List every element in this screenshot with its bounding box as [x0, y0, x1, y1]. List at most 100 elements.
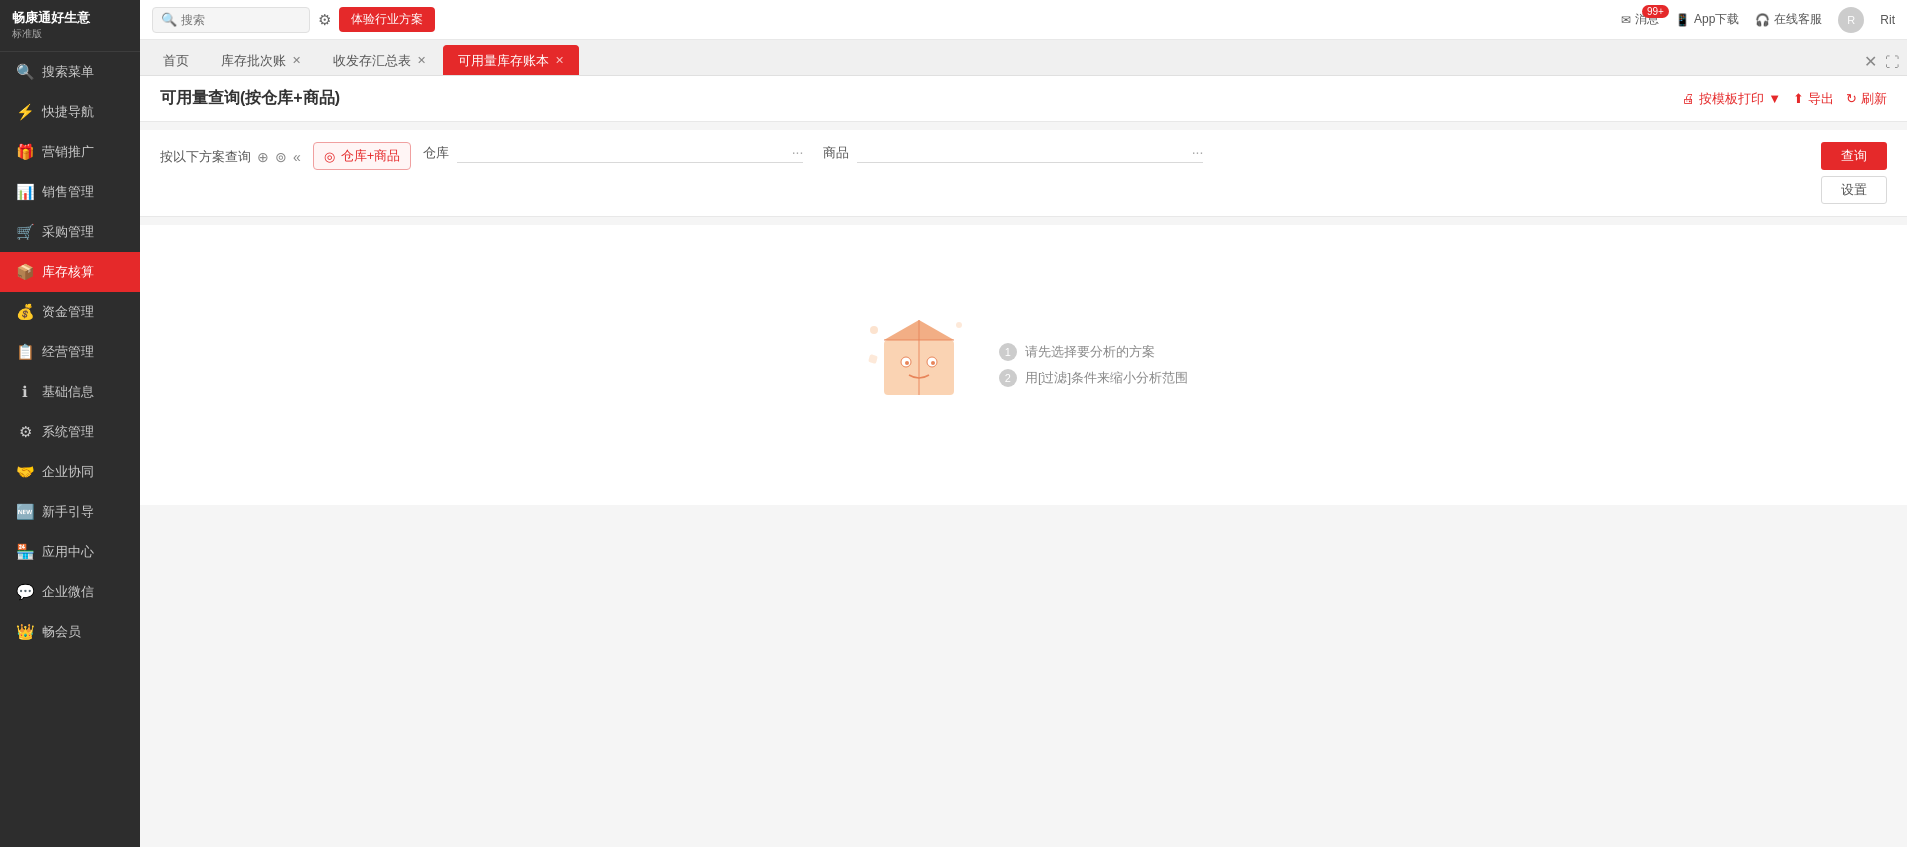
sidebar-item-shortcut[interactable]: ⚡ 快捷导航: [0, 92, 140, 132]
export-button[interactable]: ⬆ 导出: [1793, 90, 1834, 108]
message-badge: 99+: [1642, 5, 1669, 18]
sidebar-item-finance[interactable]: 💰 资金管理: [0, 292, 140, 332]
sidebar-item-system[interactable]: ⚙ 系统管理: [0, 412, 140, 452]
sales-icon: 📊: [16, 183, 34, 201]
sidebar-item-label: 经营管理: [42, 343, 94, 361]
sidebar-item-label: 快捷导航: [42, 103, 94, 121]
svg-point-7: [931, 361, 935, 365]
sidebar-item-enterprise[interactable]: 🤝 企业协同: [0, 452, 140, 492]
sidebar-item-label: 搜索菜单: [42, 63, 94, 81]
tab-batch-account[interactable]: 库存批次账 ✕: [206, 45, 316, 75]
filter-scheme-item[interactable]: ◎ 仓库+商品: [313, 142, 412, 170]
tab-available-stock[interactable]: 可用量库存账本 ✕: [443, 45, 579, 75]
search-input[interactable]: [181, 13, 301, 27]
sidebar-item-guide[interactable]: 🆕 新手引导: [0, 492, 140, 532]
sidebar-menu: 🔍 搜索菜单 ⚡ 快捷导航 🎁 营销推广 📊 销售管理 🛒 采购管理 📦 库存核…: [0, 52, 140, 847]
operation-icon: 📋: [16, 343, 34, 361]
print-label: 按模板打印: [1699, 90, 1764, 108]
guide-icon: 🆕: [16, 503, 34, 521]
mobile-icon: 📱: [1675, 13, 1690, 27]
sidebar-item-operation[interactable]: 📋 经营管理: [0, 332, 140, 372]
sidebar-logo: 畅康通好生意 标准版: [0, 0, 140, 52]
sidebar-item-label: 库存核算: [42, 263, 94, 281]
svg-point-6: [905, 361, 909, 365]
goods-input-wrap: ···: [857, 142, 1203, 163]
trial-button[interactable]: 体验行业方案: [339, 7, 435, 32]
goods-label: 商品: [823, 144, 849, 162]
topbar-right: ✉ 消息 99+ 📱 App下载 🎧 在线客服 R Rit: [1621, 7, 1895, 33]
sidebar-item-stock[interactable]: 📦 库存核算: [0, 252, 140, 292]
close-icon[interactable]: ✕: [292, 55, 301, 66]
tabbar-close-button[interactable]: ✕: [1864, 52, 1877, 71]
app-download-button[interactable]: 📱 App下载: [1675, 11, 1739, 28]
appstore-icon: 🏪: [16, 543, 34, 561]
warehouse-input[interactable]: [457, 145, 791, 160]
filter-buttons: 查询 设置: [1821, 142, 1887, 204]
sidebar-item-appstore[interactable]: 🏪 应用中心: [0, 532, 140, 572]
page-content: 可用量查询(按仓库+商品) 🖨 按模板打印 ▼ ⬆ 导出 ↻ 刷新: [140, 76, 1907, 847]
collapse-icon[interactable]: «: [293, 149, 301, 165]
filter-section-label: 按以下方案查询: [160, 148, 251, 166]
sidebar-item-label: 畅会员: [42, 623, 81, 641]
username-label[interactable]: Rit: [1880, 13, 1895, 27]
sidebar-item-member[interactable]: 👑 畅会员: [0, 612, 140, 652]
service-label: 在线客服: [1774, 11, 1822, 28]
main-area: 🔍 ⚙ 体验行业方案 ✉ 消息 99+ 📱 App下载 🎧 在线客服 R Rit: [140, 0, 1907, 847]
message-button[interactable]: ✉ 消息 99+: [1621, 11, 1659, 28]
empty-tip-2: 2 用[过滤]条件来缩小分析范围: [999, 369, 1188, 387]
topbar-search-box[interactable]: 🔍: [152, 7, 310, 33]
close-icon[interactable]: ✕: [555, 55, 564, 66]
add-scheme-icon[interactable]: ⊕: [257, 149, 269, 165]
svg-point-9: [956, 322, 962, 328]
topbar: 🔍 ⚙ 体验行业方案 ✉ 消息 99+ 📱 App下载 🎧 在线客服 R Rit: [140, 0, 1907, 40]
basic-icon: ℹ: [16, 383, 34, 401]
tab-label: 可用量库存账本: [458, 52, 549, 70]
goods-more-icon[interactable]: ···: [1192, 144, 1204, 160]
sidebar-item-basic[interactable]: ℹ 基础信息: [0, 372, 140, 412]
finance-icon: 💰: [16, 303, 34, 321]
sidebar-item-wechat[interactable]: 💬 企业微信: [0, 572, 140, 612]
tip-text-2: 用[过滤]条件来缩小分析范围: [1025, 369, 1188, 387]
empty-content: 1 请先选择要分析的方案 2 用[过滤]条件来缩小分析范围: [859, 305, 1188, 425]
system-icon: ⚙: [16, 423, 34, 441]
tabbar-expand-button[interactable]: ⛶: [1885, 54, 1899, 70]
warehouse-more-icon[interactable]: ···: [792, 144, 804, 160]
search-icon: 🔍: [16, 63, 34, 81]
refresh-icon: ↻: [1846, 91, 1857, 106]
page-header: 可用量查询(按仓库+商品) 🖨 按模板打印 ▼ ⬆ 导出 ↻ 刷新: [140, 76, 1907, 122]
gear-icon[interactable]: ⚙: [318, 11, 331, 29]
setting-scheme-icon[interactable]: ⊚: [275, 149, 287, 165]
query-button[interactable]: 查询: [1821, 142, 1887, 170]
chevron-down-icon: ▼: [1768, 91, 1781, 106]
sidebar-item-label: 应用中心: [42, 543, 94, 561]
headset-icon: 🎧: [1755, 13, 1770, 27]
close-icon[interactable]: ✕: [417, 55, 426, 66]
online-service-button[interactable]: 🎧 在线客服: [1755, 11, 1822, 28]
sidebar-item-sales[interactable]: 📊 销售管理: [0, 172, 140, 212]
scheme-label: 仓库+商品: [341, 147, 401, 165]
sidebar-item-marketing[interactable]: 🎁 营销推广: [0, 132, 140, 172]
filter-inputs: 仓库 ··· 商品 ···: [423, 142, 1809, 163]
page-header-actions: 🖨 按模板打印 ▼ ⬆ 导出 ↻ 刷新: [1682, 90, 1887, 108]
warehouse-label: 仓库: [423, 144, 449, 162]
tip-number-1: 1: [999, 343, 1017, 361]
filter-label: 按以下方案查询 ⊕ ⊚ «: [160, 142, 301, 166]
sidebar-item-label: 企业微信: [42, 583, 94, 601]
tab-label: 收发存汇总表: [333, 52, 411, 70]
refresh-button[interactable]: ↻ 刷新: [1846, 90, 1887, 108]
search-icon: 🔍: [161, 12, 177, 27]
member-icon: 👑: [16, 623, 34, 641]
tab-receipt-summary[interactable]: 收发存汇总表 ✕: [318, 45, 441, 75]
setting-button[interactable]: 设置: [1821, 176, 1887, 204]
app-subtitle: 标准版: [12, 27, 128, 41]
goods-input[interactable]: [857, 145, 1191, 160]
tab-label: 库存批次账: [221, 52, 286, 70]
empty-illustration: [859, 305, 979, 405]
sidebar-item-purchase[interactable]: 🛒 采购管理: [0, 212, 140, 252]
tab-home[interactable]: 首页: [148, 45, 204, 75]
sidebar-item-label: 采购管理: [42, 223, 94, 241]
tab-label: 首页: [163, 52, 189, 70]
sidebar-item-search[interactable]: 🔍 搜索菜单: [0, 52, 140, 92]
print-button[interactable]: 🖨 按模板打印 ▼: [1682, 90, 1781, 108]
purchase-icon: 🛒: [16, 223, 34, 241]
